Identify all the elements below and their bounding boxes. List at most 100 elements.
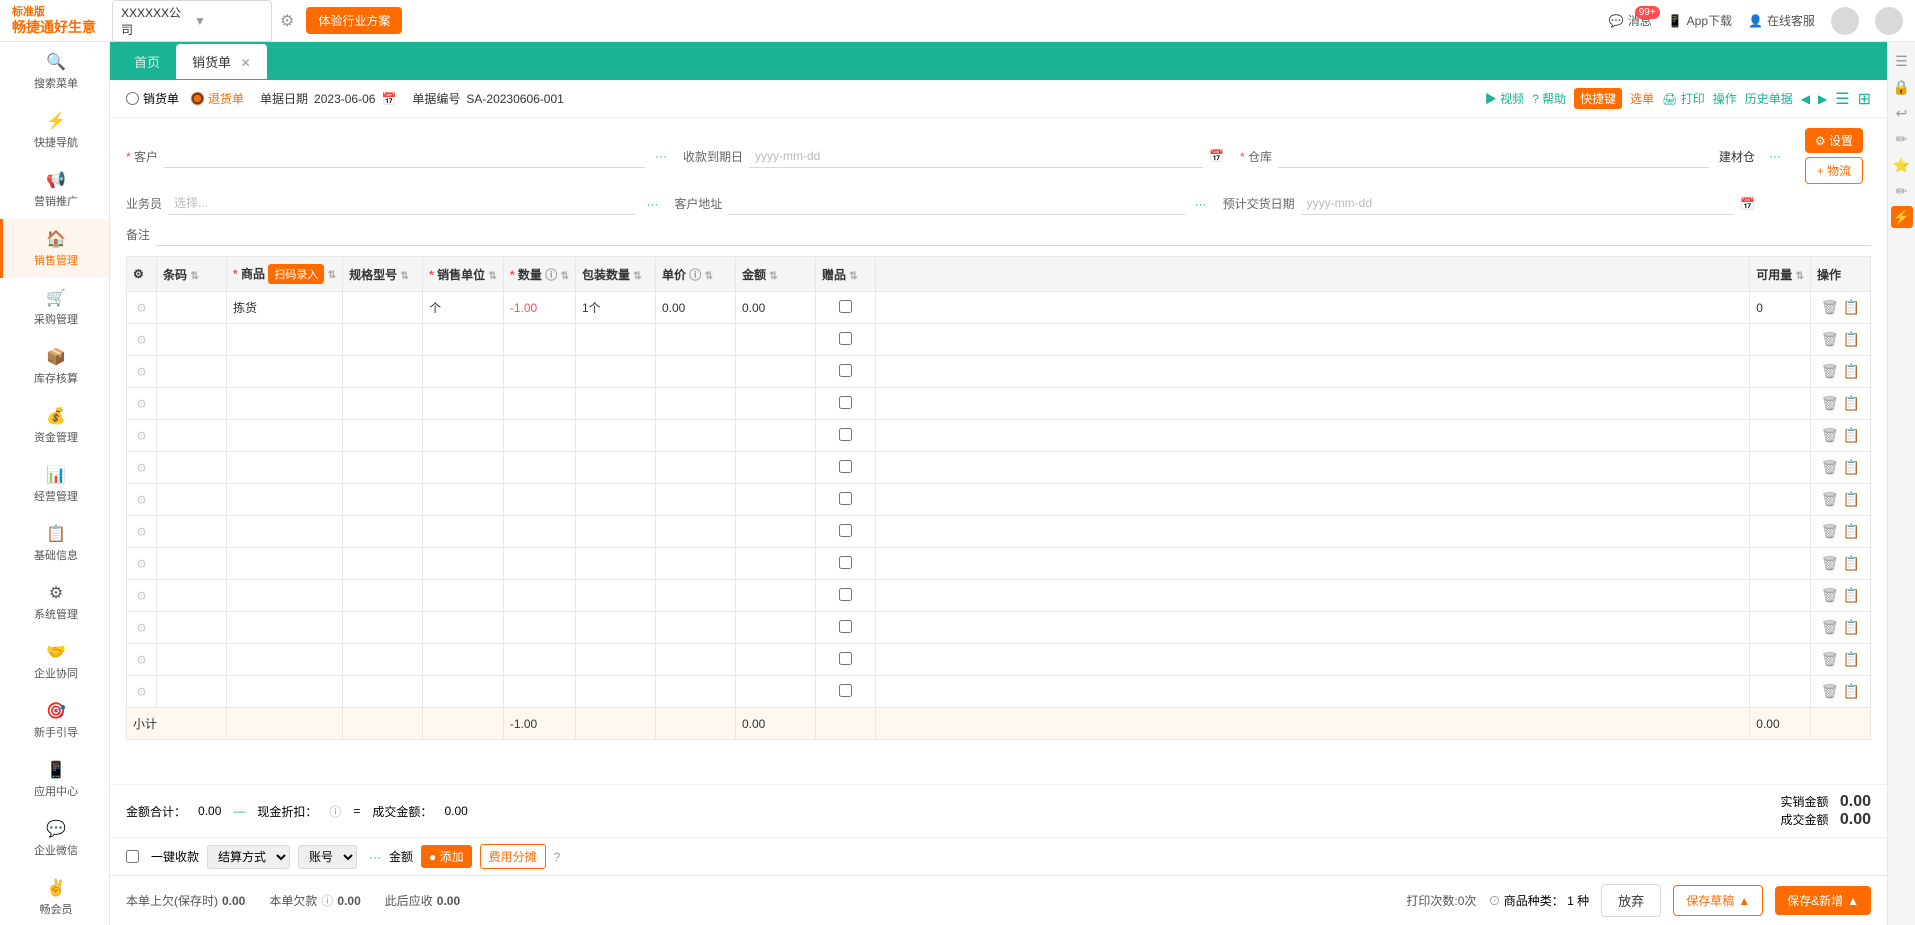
company-selector[interactable]: XXXXXX公司 ▼ xyxy=(112,0,272,42)
row-unit[interactable] xyxy=(423,676,504,708)
sidebar-item-inventory[interactable]: 📦 库存核算 xyxy=(0,337,109,396)
row-spec[interactable] xyxy=(343,452,423,484)
row-qty[interactable] xyxy=(503,420,575,452)
right-panel-icon-6[interactable]: ✏ xyxy=(1891,180,1913,202)
barcode-sort[interactable]: ⇅ xyxy=(190,271,198,282)
row-product[interactable] xyxy=(227,612,343,644)
row-pkgqty[interactable] xyxy=(575,452,655,484)
copy-row-button[interactable]: 📋 xyxy=(1843,363,1860,380)
row-unit[interactable] xyxy=(423,644,504,676)
save-new-button[interactable]: 保存&新增 ▲ xyxy=(1775,886,1871,915)
row-unit[interactable] xyxy=(423,356,504,388)
right-panel-icon-2[interactable]: 🔒 xyxy=(1891,76,1913,98)
row-barcode[interactable] xyxy=(157,612,227,644)
row-amount[interactable] xyxy=(735,324,815,356)
row-pkgqty[interactable] xyxy=(575,388,655,420)
account-select[interactable]: 账号 xyxy=(298,845,357,869)
online-service-button[interactable]: 👤 在线客服 xyxy=(1748,12,1815,29)
sidebar-item-wechat[interactable]: 💬 企业微信 xyxy=(0,809,109,868)
salesperson-input[interactable] xyxy=(168,192,636,215)
row-price[interactable] xyxy=(655,420,735,452)
copy-row-button[interactable]: 📋 xyxy=(1843,683,1860,700)
row-qty[interactable] xyxy=(503,452,575,484)
help-action[interactable]: ? 帮助 xyxy=(1532,90,1566,107)
delete-row-button[interactable]: 🗑 xyxy=(1821,459,1839,476)
delete-row-button[interactable]: 🗑 xyxy=(1821,683,1839,700)
row-unit[interactable] xyxy=(423,580,504,612)
row-qty[interactable] xyxy=(503,548,575,580)
app-download-button[interactable]: 📱 App下载 xyxy=(1668,12,1732,29)
row-pkgqty[interactable] xyxy=(575,612,655,644)
row-product[interactable] xyxy=(227,516,343,548)
delete-row-button[interactable]: 🗑 xyxy=(1821,395,1839,412)
row-pkgqty[interactable] xyxy=(575,644,655,676)
row-qty[interactable] xyxy=(503,324,575,356)
row-qty[interactable] xyxy=(503,580,575,612)
avatar[interactable] xyxy=(1831,7,1859,35)
scan-button[interactable]: 扫码录入 xyxy=(268,264,324,284)
sidebar-item-enterprise[interactable]: 🤝 企业协同 xyxy=(0,632,109,691)
discard-button[interactable]: 放弃 xyxy=(1601,884,1661,917)
list-view-icon[interactable]: ☰ xyxy=(1835,89,1849,109)
row-amount[interactable] xyxy=(735,580,815,612)
row-spec[interactable] xyxy=(343,356,423,388)
row-product[interactable] xyxy=(227,452,343,484)
sidebar-item-newbie[interactable]: 🎯 新手引导 xyxy=(0,691,109,750)
row-pkgqty[interactable] xyxy=(575,356,655,388)
experience-button[interactable]: 体验行业方案 xyxy=(306,7,402,34)
row-unit[interactable] xyxy=(423,324,504,356)
row-amount[interactable]: 0.00 xyxy=(735,292,815,324)
row-unit[interactable] xyxy=(423,548,504,580)
row-qty[interactable] xyxy=(503,356,575,388)
row-gift[interactable] xyxy=(815,676,875,708)
warehouse-dots[interactable]: ··· xyxy=(1769,149,1781,163)
row-price[interactable] xyxy=(655,612,735,644)
video-action[interactable]: ▶ 视频 xyxy=(1485,90,1524,107)
row-spec[interactable] xyxy=(343,420,423,452)
customer-input[interactable] xyxy=(164,145,645,168)
radio-return[interactable]: 退货单 xyxy=(191,90,244,107)
delete-row-button[interactable]: 🗑 xyxy=(1821,331,1839,348)
save-draft-button[interactable]: 保存草稿 ▲ xyxy=(1673,885,1763,916)
delivery-date-input[interactable] xyxy=(1301,192,1734,215)
row-spec[interactable] xyxy=(343,548,423,580)
gift-sort[interactable]: ⇅ xyxy=(849,271,857,282)
calc-method-select[interactable]: 结算方式 xyxy=(207,845,290,869)
delete-row-button[interactable]: 🗑 xyxy=(1821,523,1839,540)
sidebar-item-operations[interactable]: 📊 经营管理 xyxy=(0,455,109,514)
sidebar-item-base[interactable]: 📋 基础信息 xyxy=(0,514,109,573)
row-pkgqty[interactable] xyxy=(575,324,655,356)
copy-row-button[interactable]: 📋 xyxy=(1843,555,1860,572)
row-qty[interactable] xyxy=(503,484,575,516)
qty-sort[interactable]: ⇅ xyxy=(561,271,569,282)
row-gift[interactable] xyxy=(815,452,875,484)
note-input[interactable] xyxy=(156,223,1871,246)
right-panel-icon-3[interactable]: ↩ xyxy=(1891,102,1913,124)
copy-row-button[interactable]: 📋 xyxy=(1843,587,1860,604)
row-spec[interactable] xyxy=(343,292,423,324)
customer-dots[interactable]: ··· xyxy=(655,149,667,163)
row-price[interactable] xyxy=(655,580,735,612)
row-barcode[interactable] xyxy=(157,484,227,516)
row-product[interactable] xyxy=(227,324,343,356)
row-gift[interactable] xyxy=(815,324,875,356)
delete-row-button[interactable]: 🗑 xyxy=(1821,427,1839,444)
tab-sales-order[interactable]: 销货单 ✕ xyxy=(176,44,267,79)
unit-sort[interactable]: ⇅ xyxy=(488,271,496,282)
row-gift[interactable] xyxy=(815,548,875,580)
row-price[interactable] xyxy=(655,484,735,516)
spec-sort[interactable]: ⇅ xyxy=(400,271,408,282)
row-price[interactable] xyxy=(655,356,735,388)
row-product[interactable] xyxy=(227,484,343,516)
row-amount[interactable] xyxy=(735,548,815,580)
row-qty[interactable] xyxy=(503,388,575,420)
row-barcode[interactable] xyxy=(157,452,227,484)
row-amount[interactable] xyxy=(735,452,815,484)
row-barcode[interactable] xyxy=(157,388,227,420)
row-barcode[interactable] xyxy=(157,292,227,324)
row-barcode[interactable] xyxy=(157,356,227,388)
row-spec[interactable] xyxy=(343,516,423,548)
expense-button[interactable]: 费用分摊 xyxy=(480,844,546,869)
print-action[interactable]: 🖨 打印 xyxy=(1662,90,1705,107)
amount-sort[interactable]: ⇅ xyxy=(769,271,777,282)
